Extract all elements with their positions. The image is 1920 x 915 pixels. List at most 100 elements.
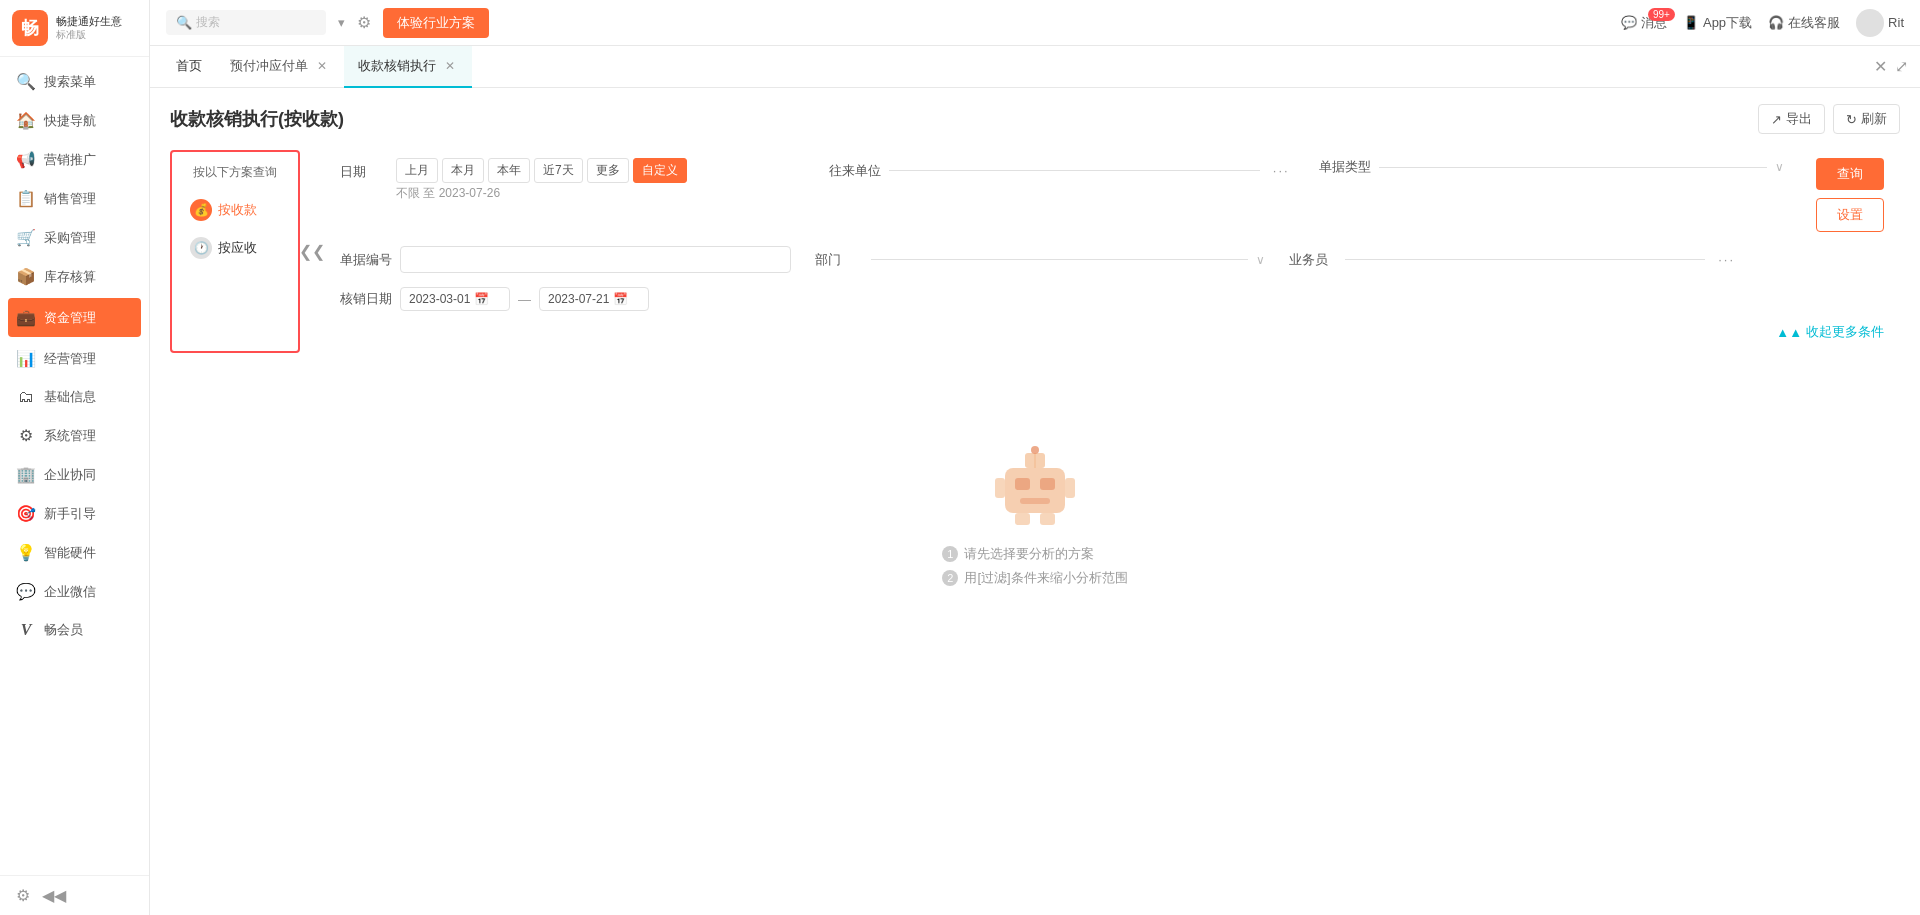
marketing-menu-icon: 📢 bbox=[16, 150, 36, 169]
sidebar-item-system[interactable]: ⚙ 系统管理 bbox=[0, 416, 149, 455]
tip-num-1: 1 bbox=[942, 546, 958, 562]
header-search-box[interactable]: 🔍 搜索 bbox=[166, 10, 326, 35]
sidebar-item-quick-nav[interactable]: 🏠 快捷导航 bbox=[0, 101, 149, 140]
tab-prepay-close[interactable]: ✕ bbox=[314, 58, 330, 74]
refresh-btn[interactable]: ↻ 刷新 bbox=[1833, 104, 1900, 134]
date-btn-this-year[interactable]: 本年 bbox=[488, 158, 530, 183]
sidebar-item-search[interactable]: 🔍 搜索菜单 bbox=[0, 62, 149, 101]
export-btn[interactable]: ↗ 导出 bbox=[1758, 104, 1825, 134]
smart-hw-menu-icon: 💡 bbox=[16, 543, 36, 562]
empty-robot-icon bbox=[985, 433, 1085, 533]
verify-date-end[interactable]: 2023-07-21 📅 bbox=[539, 287, 649, 311]
tab-collect[interactable]: 收款核销执行 ✕ bbox=[344, 46, 472, 88]
date-btn-last-month[interactable]: 上月 bbox=[396, 158, 438, 183]
industry-btn[interactable]: 体验行业方案 bbox=[383, 8, 489, 38]
date-btn-this-month[interactable]: 本月 bbox=[442, 158, 484, 183]
query-btn[interactable]: 查询 bbox=[1816, 158, 1884, 190]
doc-no-input[interactable] bbox=[400, 246, 791, 273]
empty-state: 1 请先选择要分析的方案 2 用[过滤]条件来缩小分析范围 bbox=[170, 353, 1900, 627]
member-menu-icon: V bbox=[16, 621, 36, 639]
doc-no-field: 单据编号 bbox=[340, 246, 791, 273]
verify-date-label: 核销日期 bbox=[340, 290, 392, 308]
sidebar-item-inventory[interactable]: 📦 库存核算 bbox=[0, 257, 149, 296]
logo-icon: 畅 bbox=[12, 10, 48, 46]
svg-rect-8 bbox=[1065, 478, 1075, 498]
tab-collect-close[interactable]: ✕ bbox=[442, 58, 458, 74]
filter-panel-collapse-btn[interactable]: ❮❮ bbox=[300, 150, 324, 353]
filter-area: 按以下方案查询 💰 按收款 🕐 按应收 ❮❮ bbox=[170, 150, 1900, 353]
settings-icon[interactable]: ⚙ bbox=[16, 886, 30, 905]
empty-tips: 1 请先选择要分析的方案 2 用[过滤]条件来缩小分析范围 bbox=[942, 545, 1127, 587]
empty-tip-1-text: 请先选择要分析的方案 bbox=[964, 545, 1094, 563]
empty-tip-1: 1 请先选择要分析的方案 bbox=[942, 545, 1127, 563]
sidebar-item-purchase[interactable]: 🛒 采购管理 bbox=[0, 218, 149, 257]
message-btn[interactable]: 💬 消息 99+ bbox=[1621, 14, 1667, 32]
user-area[interactable]: Rit bbox=[1856, 9, 1904, 37]
tab-prepay[interactable]: 预付冲应付单 ✕ bbox=[216, 46, 344, 88]
basic-info-menu-icon: 🗂 bbox=[16, 388, 36, 406]
page-content: 收款核销执行(按收款) ↗ 导出 ↻ 刷新 按以下方案查询 bbox=[150, 88, 1920, 915]
date-btn-more[interactable]: 更多 bbox=[587, 158, 629, 183]
sidebar-item-guide[interactable]: 🎯 新手引导 bbox=[0, 494, 149, 533]
filter-sidebar: 按以下方案查询 💰 按收款 🕐 按应收 bbox=[170, 150, 300, 353]
by-collect-icon: 💰 bbox=[190, 199, 212, 221]
page-title: 收款核销执行(按收款) bbox=[170, 107, 344, 131]
sidebar-bottom: ⚙ ◀◀ bbox=[0, 875, 149, 915]
logo-sub: 标准版 bbox=[56, 28, 122, 42]
settings-btn[interactable]: 设置 bbox=[1816, 198, 1884, 232]
online-service-btn[interactable]: 🎧 在线客服 bbox=[1768, 14, 1840, 32]
verify-date-start[interactable]: 2023-03-01 📅 bbox=[400, 287, 510, 311]
svg-point-6 bbox=[1031, 446, 1039, 454]
collapse-more-label: 收起更多条件 bbox=[1806, 323, 1884, 341]
sidebar-item-smart-hw-label: 智能硬件 bbox=[44, 544, 96, 562]
sidebar-item-smart-hw[interactable]: 💡 智能硬件 bbox=[0, 533, 149, 572]
app-download-btn[interactable]: 📱 App下载 bbox=[1683, 14, 1752, 32]
sidebar-item-sales[interactable]: 📋 销售管理 bbox=[0, 179, 149, 218]
tab-expand-icon[interactable]: ⤢ bbox=[1895, 57, 1908, 76]
filter-option-by-receivable[interactable]: 🕐 按应收 bbox=[180, 229, 290, 267]
header-dropdown-icon[interactable]: ▾ bbox=[338, 15, 345, 30]
staff-dots[interactable]: ··· bbox=[1713, 247, 1740, 272]
tab-home[interactable]: 首页 bbox=[162, 46, 216, 88]
export-label: 导出 bbox=[1786, 110, 1812, 128]
header-gear-icon[interactable]: ⚙ bbox=[357, 13, 371, 32]
sidebar-item-guide-label: 新手引导 bbox=[44, 505, 96, 523]
sidebar-item-business[interactable]: 📊 经营管理 bbox=[0, 339, 149, 378]
header-search-icon: 🔍 bbox=[176, 15, 192, 30]
svg-rect-10 bbox=[1040, 513, 1055, 525]
date-buttons-row: 上月 本月 本年 近7天 更多 自定义 bbox=[396, 158, 687, 183]
sidebar-item-marketing-label: 营销推广 bbox=[44, 151, 96, 169]
empty-tip-2: 2 用[过滤]条件来缩小分析范围 bbox=[942, 569, 1127, 587]
tab-close-all-icon[interactable]: ✕ bbox=[1874, 57, 1887, 76]
collapse-more-btn[interactable]: ▲▲ 收起更多条件 bbox=[1776, 319, 1884, 345]
sidebar-item-wechat[interactable]: 💬 企业微信 bbox=[0, 572, 149, 611]
sidebar-item-enterprise[interactable]: 🏢 企业协同 bbox=[0, 455, 149, 494]
tab-bar: 首页 预付冲应付单 ✕ 收款核销执行 ✕ ✕ ⤢ bbox=[150, 46, 1920, 88]
dept-arrow[interactable]: ∨ bbox=[1256, 253, 1265, 267]
tab-bar-actions: ✕ ⤢ bbox=[1874, 57, 1908, 76]
sidebar-item-basic-info-label: 基础信息 bbox=[44, 388, 96, 406]
sidebar-item-member-label: 畅会员 bbox=[44, 621, 83, 639]
purchase-menu-icon: 🛒 bbox=[16, 228, 36, 247]
sidebar-item-basic-info[interactable]: 🗂 基础信息 bbox=[0, 378, 149, 416]
calendar-start-icon[interactable]: 📅 bbox=[474, 292, 489, 306]
doc-type-label: 单据类型 bbox=[1319, 158, 1371, 176]
collapse-sidebar-icon[interactable]: ◀◀ bbox=[42, 886, 66, 905]
sidebar-item-finance[interactable]: 💼 资金管理 bbox=[8, 298, 141, 337]
user-avatar bbox=[1856, 9, 1884, 37]
date-btn-last-7days[interactable]: 近7天 bbox=[534, 158, 583, 183]
sidebar-item-enterprise-label: 企业协同 bbox=[44, 466, 96, 484]
filter-option-by-collect[interactable]: 💰 按收款 bbox=[180, 191, 290, 229]
doc-type-arrow[interactable]: ∨ bbox=[1775, 160, 1784, 174]
sidebar-item-marketing[interactable]: 📢 营销推广 bbox=[0, 140, 149, 179]
sidebar-item-business-label: 经营管理 bbox=[44, 350, 96, 368]
svg-rect-1 bbox=[1015, 478, 1030, 490]
headset-icon: 🎧 bbox=[1768, 15, 1784, 30]
party-dots[interactable]: ··· bbox=[1268, 158, 1295, 183]
date-range-sep: — bbox=[518, 292, 531, 307]
calendar-end-icon[interactable]: 📅 bbox=[613, 292, 628, 306]
svg-rect-2 bbox=[1040, 478, 1055, 490]
sidebar-item-member[interactable]: V 畅会员 bbox=[0, 611, 149, 649]
date-btn-custom[interactable]: 自定义 bbox=[633, 158, 687, 183]
staff-label: 业务员 bbox=[1289, 251, 1337, 269]
